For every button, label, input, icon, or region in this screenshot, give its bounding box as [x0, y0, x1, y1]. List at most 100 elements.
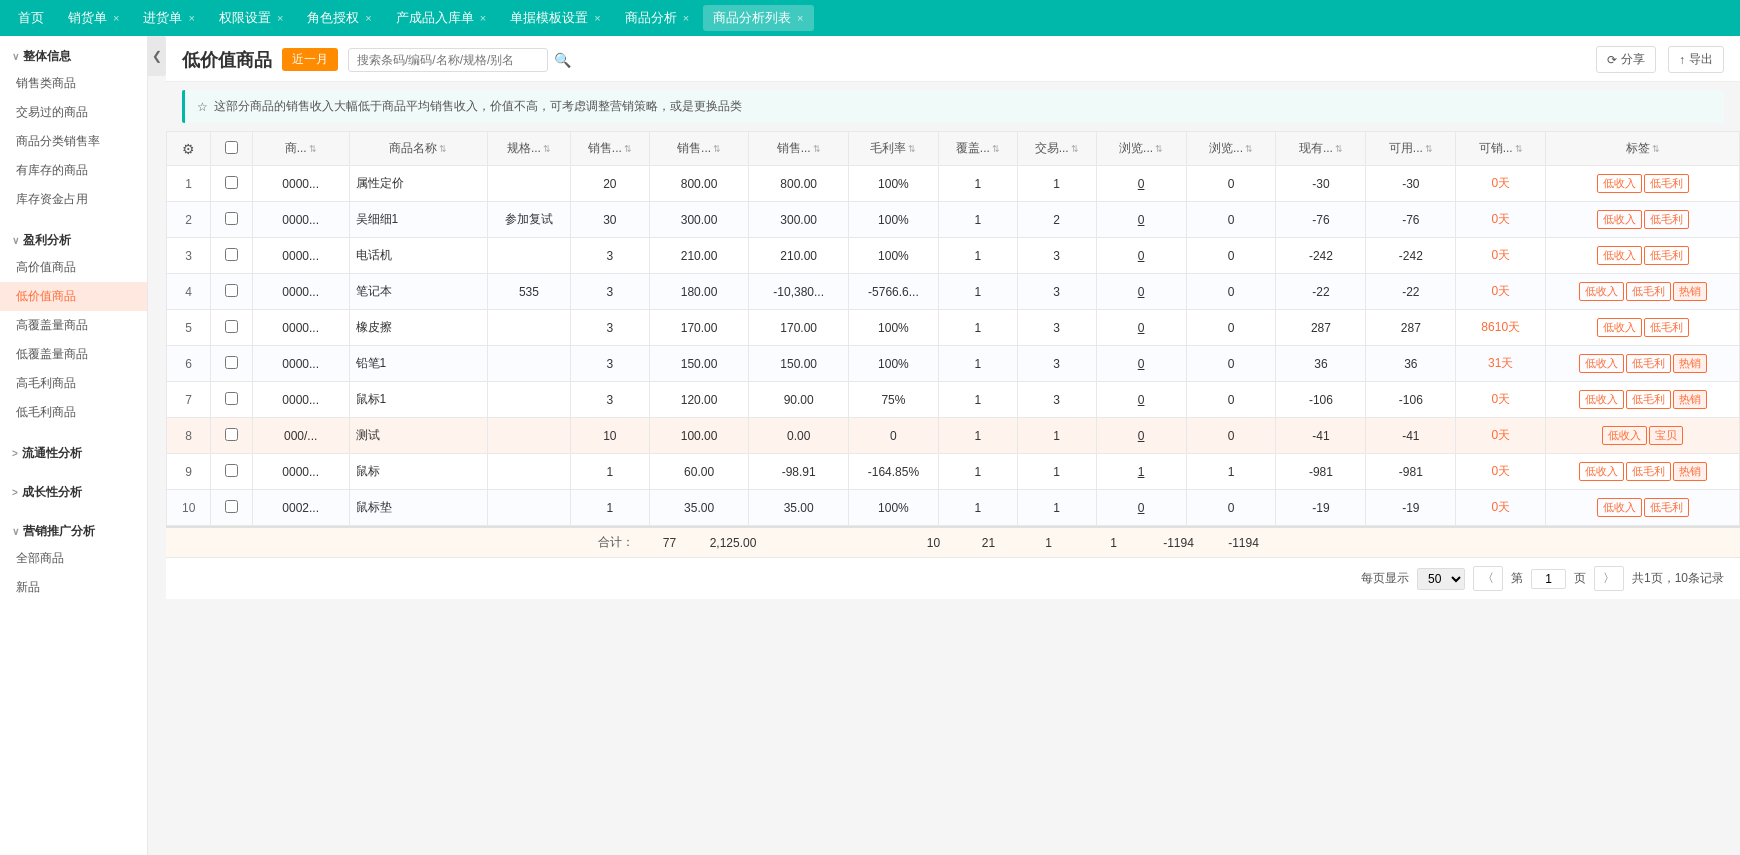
- table-cell-code: 0000...: [252, 166, 349, 202]
- sidebar-item-高价值商品[interactable]: 高价值商品: [0, 253, 147, 282]
- browse-link[interactable]: 0: [1138, 213, 1145, 227]
- browse-link[interactable]: 0: [1138, 249, 1145, 263]
- sidebar-item-高覆盖量商品[interactable]: 高覆盖量商品: [0, 311, 147, 340]
- sort-icon-right[interactable]: ⇅: [1425, 144, 1433, 154]
- nav-item-角色授权[interactable]: 角色授权×: [297, 5, 381, 31]
- nav-close-icon[interactable]: ×: [113, 12, 119, 24]
- next-page-btn[interactable]: 〉: [1594, 566, 1624, 591]
- sidebar-item-全部商品[interactable]: 全部商品: [0, 544, 147, 573]
- sort-icon-right[interactable]: ⇅: [1335, 144, 1343, 154]
- nav-close-icon[interactable]: ×: [365, 12, 371, 24]
- sort-icon-right[interactable]: ⇅: [624, 144, 632, 154]
- browse-link[interactable]: 0: [1138, 285, 1145, 299]
- col-label-tags: 标签: [1626, 140, 1650, 157]
- search-icon-btn[interactable]: 🔍: [554, 52, 571, 68]
- prev-page-btn[interactable]: 〈: [1473, 566, 1503, 591]
- browse-link[interactable]: 0: [1138, 501, 1145, 515]
- row-checkbox[interactable]: [225, 284, 238, 297]
- sidebar-item-新品[interactable]: 新品: [0, 573, 147, 602]
- sidebar-section-流通性分析[interactable]: >流通性分析: [0, 439, 147, 466]
- nav-close-icon[interactable]: ×: [797, 12, 803, 24]
- table-cell-available: 287: [1366, 310, 1456, 346]
- table-cell-checkbox: [211, 166, 253, 202]
- nav-item-单据模板设置[interactable]: 单据模板设置×: [500, 5, 610, 31]
- row-checkbox[interactable]: [225, 176, 238, 189]
- nav-item-销货单[interactable]: 销货单×: [58, 5, 129, 31]
- browse-link[interactable]: 0: [1138, 429, 1145, 443]
- sidebar-section-成长性分析[interactable]: >成长性分析: [0, 478, 147, 505]
- col-label-browse1: 浏览...: [1119, 140, 1153, 157]
- nav-item-进货单[interactable]: 进货单×: [133, 5, 204, 31]
- sidebar-item-有库存的商品[interactable]: 有库存的商品: [0, 156, 147, 185]
- sort-icon-right[interactable]: ⇅: [813, 144, 821, 154]
- table-cell-trans: 1: [1017, 166, 1096, 202]
- table-cell-settings: 4: [167, 274, 211, 310]
- browse-link[interactable]: 0: [1138, 177, 1145, 191]
- browse-link[interactable]: 0: [1138, 321, 1145, 335]
- product-tag: 低毛利: [1644, 318, 1689, 337]
- sort-icon-right[interactable]: ⇅: [1155, 144, 1163, 154]
- row-checkbox[interactable]: [225, 500, 238, 513]
- table-cell-browse2: 0: [1186, 202, 1276, 238]
- nav-item-商品分析列表[interactable]: 商品分析列表×: [703, 5, 813, 31]
- row-checkbox[interactable]: [225, 356, 238, 369]
- sidebar-section-盈利分析[interactable]: ∨盈利分析: [0, 226, 147, 253]
- table-cell-checkbox: [211, 238, 253, 274]
- sidebar-item-低价值商品[interactable]: 低价值商品: [0, 282, 147, 311]
- sort-icon-right[interactable]: ⇅: [309, 144, 317, 154]
- sidebar-collapse-btn[interactable]: ❮: [148, 36, 166, 76]
- nav-close-icon[interactable]: ×: [683, 12, 689, 24]
- nav-item-商品分析[interactable]: 商品分析×: [615, 5, 699, 31]
- table-cell-trans: 3: [1017, 274, 1096, 310]
- nav-close-icon[interactable]: ×: [277, 12, 283, 24]
- sort-icon-right[interactable]: ⇅: [1652, 144, 1660, 154]
- nav-close-icon[interactable]: ×: [188, 12, 194, 24]
- sort-icon-right[interactable]: ⇅: [1071, 144, 1079, 154]
- browse-link[interactable]: 0: [1138, 357, 1145, 371]
- sort-icon-right[interactable]: ⇅: [992, 144, 1000, 154]
- table-cell-browse2: 0: [1186, 310, 1276, 346]
- export-btn[interactable]: ↑ 导出: [1668, 46, 1724, 73]
- sidebar-section-营销推广分析[interactable]: ∨营销推广分析: [0, 517, 147, 544]
- nav-item-产成品入库单[interactable]: 产成品入库单×: [386, 5, 496, 31]
- nav-close-icon[interactable]: ×: [480, 12, 486, 24]
- row-checkbox[interactable]: [225, 320, 238, 333]
- nav-close-icon[interactable]: ×: [594, 12, 600, 24]
- sort-icon-right[interactable]: ⇅: [1245, 144, 1253, 154]
- row-checkbox[interactable]: [225, 248, 238, 261]
- col-header-settings[interactable]: ⚙: [167, 132, 211, 166]
- settings-icon[interactable]: ⚙: [182, 141, 195, 157]
- table-cell-sales_amt: 180.00: [649, 274, 749, 310]
- row-checkbox[interactable]: [225, 464, 238, 477]
- sidebar-item-交易过的商品[interactable]: 交易过的商品: [0, 98, 147, 127]
- browse-link[interactable]: 0: [1138, 393, 1145, 407]
- sort-icon-right[interactable]: ⇅: [543, 144, 551, 154]
- share-btn[interactable]: ⟳ 分享: [1596, 46, 1656, 73]
- page-input[interactable]: [1531, 569, 1566, 589]
- sort-icon-right[interactable]: ⇅: [713, 144, 721, 154]
- sidebar-section-整体信息[interactable]: ∨整体信息: [0, 42, 147, 69]
- sort-icon-right[interactable]: ⇅: [908, 144, 916, 154]
- search-input[interactable]: [348, 48, 548, 72]
- sort-icon-right[interactable]: ⇅: [439, 144, 447, 154]
- sidebar-item-高毛利商品[interactable]: 高毛利商品: [0, 369, 147, 398]
- nav-item-权限设置[interactable]: 权限设置×: [209, 5, 293, 31]
- row-checkbox[interactable]: [225, 212, 238, 225]
- row-checkbox[interactable]: [225, 428, 238, 441]
- sidebar-item-低毛利商品[interactable]: 低毛利商品: [0, 398, 147, 427]
- row-checkbox[interactable]: [225, 392, 238, 405]
- page-size-select[interactable]: 50: [1417, 568, 1465, 590]
- filter-btn[interactable]: 近一月: [282, 48, 338, 71]
- sort-icon-right[interactable]: ⇅: [1515, 144, 1523, 154]
- nav-item-首页[interactable]: 首页: [8, 5, 54, 31]
- select-all-checkbox[interactable]: [225, 141, 238, 154]
- sidebar-item-销售类商品[interactable]: 销售类商品: [0, 69, 147, 98]
- table-cell-sales_qty: 3: [570, 346, 649, 382]
- browse-link[interactable]: 1: [1138, 465, 1145, 479]
- sidebar-item-库存资金占用[interactable]: 库存资金占用: [0, 185, 147, 214]
- sidebar-item-低覆盖量商品[interactable]: 低覆盖量商品: [0, 340, 147, 369]
- table-cell-coverage: 1: [938, 274, 1017, 310]
- table-cell-settings: 9: [167, 454, 211, 490]
- sidebar-item-商品分类销售率[interactable]: 商品分类销售率: [0, 127, 147, 156]
- col-header-checkbox[interactable]: [211, 132, 253, 166]
